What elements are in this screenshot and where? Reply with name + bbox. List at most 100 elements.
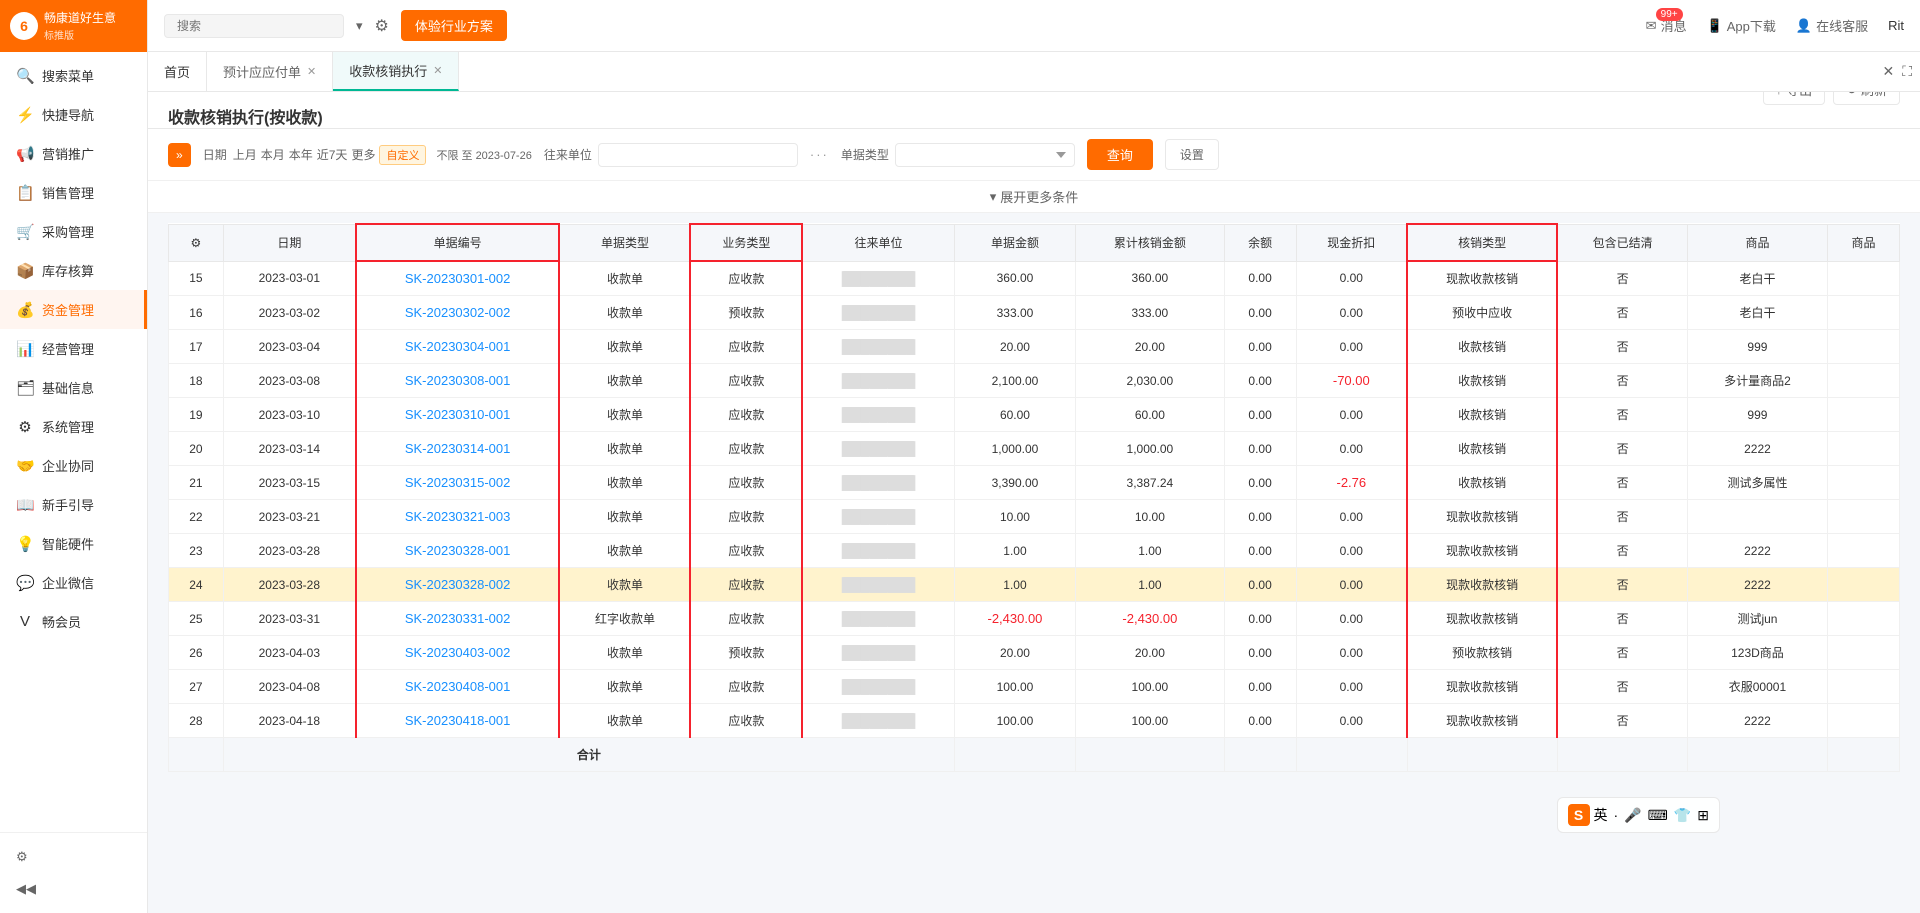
bill-no-link[interactable]: SK-20230408-001 bbox=[405, 679, 511, 694]
tabs-expand-button[interactable]: ⛶ bbox=[1902, 63, 1912, 80]
cell-bill-no: SK-20230314-001 bbox=[356, 432, 560, 466]
filter-expand-button[interactable]: » bbox=[168, 143, 191, 167]
sidebar-item-operation[interactable]: 📊经营管理 bbox=[0, 329, 147, 368]
tab-receipt-close[interactable]: ✕ bbox=[433, 64, 442, 77]
sidebar-item-corp[interactable]: 🤝企业协同 bbox=[0, 446, 147, 485]
solution-button[interactable]: 体验行业方案 bbox=[401, 10, 507, 41]
col-balance[interactable]: 余额 bbox=[1224, 224, 1296, 261]
tabs-close-button[interactable]: ✕ bbox=[1882, 63, 1894, 80]
sidebar-item-finance[interactable]: 💰资金管理 bbox=[0, 290, 147, 329]
search-input[interactable] bbox=[164, 14, 344, 38]
bill-no-link[interactable]: SK-20230314-001 bbox=[405, 441, 511, 456]
bill-no-link[interactable]: SK-20230308-001 bbox=[405, 373, 511, 388]
table-row: 28 2023-04-18 SK-20230418-001 收款单 应收款 ██… bbox=[169, 704, 1900, 738]
cell-biz-type: 应收款 bbox=[690, 704, 802, 738]
col-include-settled[interactable]: 包含已结清 bbox=[1557, 224, 1687, 261]
col-amount[interactable]: 单据金额 bbox=[954, 224, 1075, 261]
col-biz-type[interactable]: 业务类型 bbox=[690, 224, 802, 261]
tab-receipt[interactable]: 收款核销执行 ✕ bbox=[333, 52, 459, 91]
col-cash-disc[interactable]: 现金折扣 bbox=[1296, 224, 1407, 261]
filter-partner-input[interactable] bbox=[598, 143, 798, 167]
bill-no-link[interactable]: SK-20230321-003 bbox=[405, 509, 511, 524]
sidebar-item-marketing[interactable]: 📢营销推广 bbox=[0, 134, 147, 173]
tab-pending[interactable]: 预计应应付单 ✕ bbox=[207, 52, 333, 91]
cell-bill-type: 收款单 bbox=[559, 534, 690, 568]
sidebar-bottom-collapse[interactable]: ◀◀ bbox=[0, 873, 147, 905]
cell-bill-no: SK-20230331-002 bbox=[356, 602, 560, 636]
col-bill-no[interactable]: 单据编号 bbox=[356, 224, 560, 261]
cell-partner: ████████ bbox=[802, 568, 954, 602]
table-row: 27 2023-04-08 SK-20230408-001 收款单 应收款 ██… bbox=[169, 670, 1900, 704]
cell-biz-type: 应收款 bbox=[690, 432, 802, 466]
cell-write-type: 现款收款核销 bbox=[1407, 568, 1557, 602]
filter-bill-type-select[interactable] bbox=[895, 143, 1075, 167]
table-row: 18 2023-03-08 SK-20230308-001 收款单 应收款 ██… bbox=[169, 364, 1900, 398]
corp-icon: 🤝 bbox=[16, 457, 34, 475]
bill-no-link[interactable]: SK-20230328-001 bbox=[405, 543, 511, 558]
setting-button[interactable]: 设置 bbox=[1165, 139, 1219, 170]
query-button[interactable]: 查询 bbox=[1087, 139, 1153, 170]
sidebar-item-wechat[interactable]: 💬企业微信 bbox=[0, 563, 147, 602]
sidebar-item-label-marketing: 营销推广 bbox=[42, 144, 94, 163]
cell-no: 19 bbox=[169, 398, 224, 432]
topbar-app-download[interactable]: 📱 App下载 bbox=[1707, 16, 1776, 35]
export-button[interactable]: ↑ 导出 bbox=[1763, 92, 1826, 105]
col-date[interactable]: 日期 bbox=[223, 224, 355, 261]
col-bill-type[interactable]: 单据类型 bbox=[559, 224, 690, 261]
cell-write-type: 现款收款核销 bbox=[1407, 261, 1557, 296]
sidebar-item-hardware[interactable]: 💡智能硬件 bbox=[0, 524, 147, 563]
topbar-user[interactable]: Rit bbox=[1888, 18, 1904, 33]
sidebar-item-quick[interactable]: ⚡快捷导航 bbox=[0, 95, 147, 134]
sidebar-item-basic[interactable]: 🗂基础信息 bbox=[0, 368, 147, 407]
sidebar-item-system[interactable]: ⚙系统管理 bbox=[0, 407, 147, 446]
footer-cash-disc bbox=[1296, 738, 1407, 772]
cell-acc-amount: 20.00 bbox=[1076, 636, 1225, 670]
col-write-type[interactable]: 核销类型 bbox=[1407, 224, 1557, 261]
bill-no-link[interactable]: SK-20230418-001 bbox=[405, 713, 511, 728]
bill-no-link[interactable]: SK-20230403-002 bbox=[405, 645, 511, 660]
bill-no-link[interactable]: SK-20230310-001 bbox=[405, 407, 511, 422]
sidebar-item-guide[interactable]: 📖新手引导 bbox=[0, 485, 147, 524]
sidebar-item-inventory[interactable]: 📦库存核算 bbox=[0, 251, 147, 290]
topbar-message[interactable]: ✉ 消息 99+ bbox=[1646, 16, 1687, 35]
col-partner[interactable]: 往来单位 bbox=[802, 224, 954, 261]
sidebar-item-member[interactable]: V畅会员 bbox=[0, 602, 147, 641]
bill-no-link[interactable]: SK-20230315-002 bbox=[405, 475, 511, 490]
cell-write-type: 收款核销 bbox=[1407, 330, 1557, 364]
cell-no: 15 bbox=[169, 261, 224, 296]
filter-date-7days[interactable]: 近7天 bbox=[317, 146, 348, 163]
filter-date-this-year[interactable]: 本年 bbox=[289, 146, 313, 163]
wm-shirt-icon: 👕 bbox=[1674, 807, 1691, 824]
bill-no-link[interactable]: SK-20230304-001 bbox=[405, 339, 511, 354]
cell-bill-type: 收款单 bbox=[559, 261, 690, 296]
sidebar-item-search[interactable]: 🔍搜索菜单 bbox=[0, 56, 147, 95]
sidebar-item-purchase[interactable]: 🛒采购管理 bbox=[0, 212, 147, 251]
cell-write-type: 现款收款核销 bbox=[1407, 534, 1557, 568]
filter-date-last-month[interactable]: 上月 bbox=[233, 146, 257, 163]
filter-partner-group: 往来单位 bbox=[544, 143, 798, 167]
bill-no-link[interactable]: SK-20230331-002 bbox=[405, 611, 511, 626]
sidebar-item-label-quick: 快捷导航 bbox=[42, 105, 94, 124]
refresh-button[interactable]: ↻ 刷新 bbox=[1833, 92, 1900, 105]
bill-no-link[interactable]: SK-20230302-002 bbox=[405, 305, 511, 320]
topbar-dropdown-icon[interactable]: ▾ bbox=[356, 18, 363, 34]
col-goods[interactable]: 商品 bbox=[1687, 224, 1827, 261]
col-goods2[interactable]: 商品 bbox=[1827, 224, 1899, 261]
filter-date-custom[interactable]: 自定义 bbox=[379, 145, 426, 165]
tab-home[interactable]: 首页 bbox=[148, 52, 207, 91]
col-settings[interactable]: ⚙ bbox=[169, 224, 224, 261]
sidebar-bottom-settings[interactable]: ⚙ bbox=[0, 841, 147, 873]
tab-pending-close[interactable]: ✕ bbox=[307, 65, 316, 78]
filter-date-more[interactable]: 更多 bbox=[351, 146, 375, 163]
cell-goods2 bbox=[1827, 296, 1899, 330]
cell-acc-amount: 333.00 bbox=[1076, 296, 1225, 330]
app-icon: 📱 bbox=[1707, 18, 1723, 34]
bill-no-link[interactable]: SK-20230328-002 bbox=[405, 577, 511, 592]
topbar-online-service[interactable]: 👤 在线客服 bbox=[1796, 16, 1868, 35]
filter-expand-more-button[interactable]: ▾ 展开更多条件 bbox=[990, 187, 1079, 206]
filter-date-this-month[interactable]: 本月 bbox=[261, 146, 285, 163]
sidebar-item-sales[interactable]: 📋销售管理 bbox=[0, 173, 147, 212]
col-acc-amount[interactable]: 累计核销金额 bbox=[1076, 224, 1225, 261]
topbar-gear-icon[interactable]: ⚙ bbox=[375, 16, 389, 36]
bill-no-link[interactable]: SK-20230301-002 bbox=[405, 271, 511, 286]
